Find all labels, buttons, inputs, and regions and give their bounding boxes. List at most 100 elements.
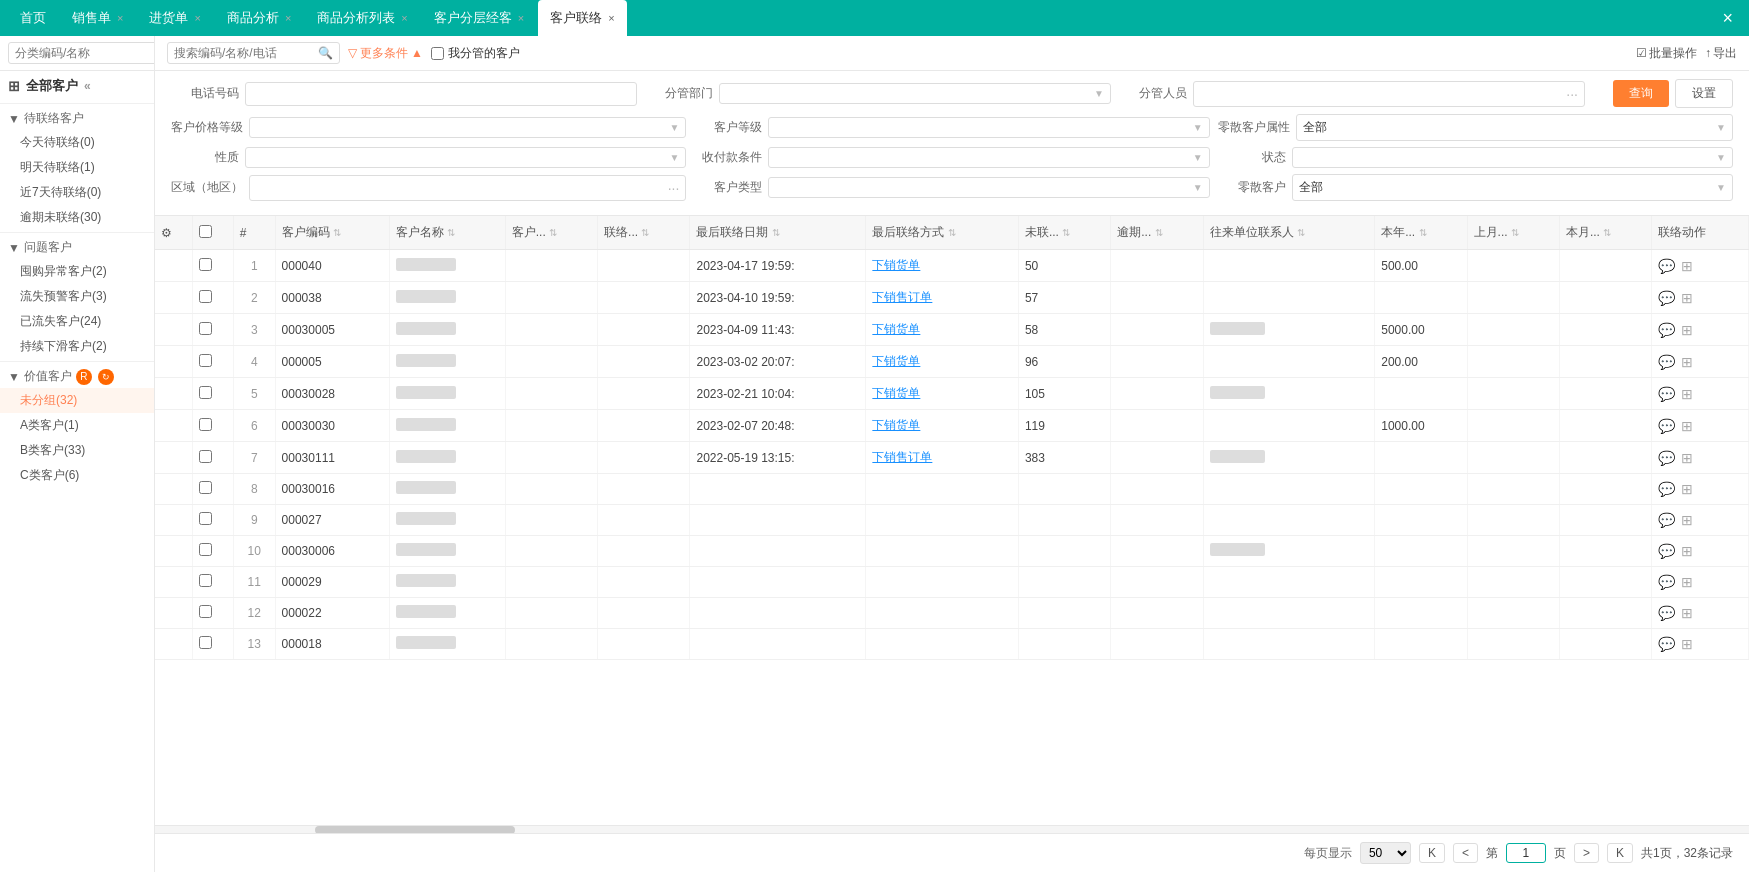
td-checkbox[interactable] [192,250,233,282]
td-checkbox[interactable] [192,346,233,378]
close-analysis-list-icon[interactable]: × [401,12,407,24]
row-checkbox[interactable] [199,636,212,649]
td-last-way[interactable]: 下销货单 [866,314,1019,346]
close-customer-layer-icon[interactable]: × [518,12,524,24]
my-customers-checkbox[interactable] [431,47,444,60]
td-last-way[interactable] [866,474,1019,505]
filter-search-icon[interactable]: 🔍 [318,46,333,60]
message-icon[interactable]: 💬 [1658,543,1675,559]
message-icon[interactable]: 💬 [1658,322,1675,338]
nav-tab-analysis-list[interactable]: 商品分析列表 × [305,0,419,36]
sidebar-waiting-group[interactable]: ▼ 待联络客户 [0,103,154,130]
grid-action-icon[interactable]: ⊞ [1681,543,1693,559]
td-last-way[interactable] [866,629,1019,660]
sidebar-problem-group[interactable]: ▼ 问题客户 [0,232,154,259]
retail-attr-select[interactable]: 全部▼ [1296,114,1733,141]
td-last-way[interactable]: 下销货单 [866,378,1019,410]
sidebar-item-declining[interactable]: 持续下滑客户(2) [0,334,154,359]
grid-action-icon[interactable]: ⊞ [1681,418,1693,434]
th-unit-contact[interactable]: 往来单位联系人 ⇅ [1203,216,1375,250]
message-icon[interactable]: 💬 [1658,512,1675,528]
sidebar-item-overdue[interactable]: 逾期未联络(30) [0,205,154,230]
row-checkbox[interactable] [199,386,212,399]
message-icon[interactable]: 💬 [1658,418,1675,434]
dept-select[interactable]: ▼ [719,83,1111,104]
td-last-way[interactable] [866,598,1019,629]
customer-level-select[interactable]: ▼ [768,117,1209,138]
th-this-month[interactable]: 本月... ⇅ [1559,216,1651,250]
current-page-input[interactable] [1506,843,1546,863]
message-icon[interactable]: 💬 [1658,386,1675,402]
sidebar-item-class-b[interactable]: B类客户(33) [0,438,154,463]
last-page-button[interactable]: K [1607,843,1633,863]
grid-action-icon[interactable]: ⊞ [1681,386,1693,402]
td-last-way[interactable] [866,567,1019,598]
sidebar-item-abnormal[interactable]: 囤购异常客户(2) [0,259,154,284]
close-sales-icon[interactable]: × [117,12,123,24]
close-purchase-icon[interactable]: × [194,12,200,24]
filter-search-input[interactable] [174,46,314,60]
td-checkbox[interactable] [192,598,233,629]
th-no-contact[interactable]: 未联... ⇅ [1018,216,1110,250]
td-last-way[interactable]: 下销售订单 [866,282,1019,314]
grid-action-icon[interactable]: ⊞ [1681,450,1693,466]
th-code[interactable]: 客户编码 ⇅ [275,216,390,250]
page-size-select[interactable]: 50 100 [1360,842,1411,864]
sidebar-all-customers[interactable]: ⊞ 全部客户 « [0,71,154,101]
row-checkbox[interactable] [199,450,212,463]
area-select[interactable]: ··· [249,175,686,201]
td-last-way[interactable]: 下销售订单 [866,442,1019,474]
td-checkbox[interactable] [192,314,233,346]
sidebar-item-class-a[interactable]: A类客户(1) [0,413,154,438]
nav-tab-customer-contact[interactable]: 客户联络 × [538,0,626,36]
phone-input[interactable] [245,82,637,106]
th-this-year[interactable]: 本年... ⇅ [1375,216,1467,250]
export-button[interactable]: ↑ 导出 [1705,45,1737,62]
status-select[interactable]: ▼ [1292,147,1733,168]
row-checkbox[interactable] [199,258,212,271]
nav-tab-sales[interactable]: 销售单 × [60,0,135,36]
query-button[interactable]: 查询 [1613,80,1669,107]
td-checkbox[interactable] [192,629,233,660]
td-checkbox[interactable] [192,505,233,536]
sidebar-item-tomorrow[interactable]: 明天待联络(1) [0,155,154,180]
retail-customer-select[interactable]: 全部▼ [1292,174,1733,201]
td-last-way[interactable]: 下销货单 [866,346,1019,378]
price-level-select[interactable]: ▼ [249,117,686,138]
nav-tab-customer-layer[interactable]: 客户分层经客 × [422,0,536,36]
grid-action-icon[interactable]: ⊞ [1681,605,1693,621]
row-checkbox[interactable] [199,512,212,525]
window-close-button[interactable]: × [1714,8,1741,29]
sidebar-search-input[interactable] [8,42,155,64]
nav-tab-analysis[interactable]: 商品分析 × [215,0,303,36]
th-last-date[interactable]: 最后联络日期 ⇅ [690,216,866,250]
grid-action-icon[interactable]: ⊞ [1681,636,1693,652]
message-icon[interactable]: 💬 [1658,450,1675,466]
message-icon[interactable]: 💬 [1658,258,1675,274]
reset-button[interactable]: 设置 [1675,79,1733,108]
sidebar-item-unclassified[interactable]: 未分组(32) [0,388,154,413]
row-checkbox[interactable] [199,290,212,303]
sidebar-collapse-icon[interactable]: « [84,79,91,93]
sidebar-item-class-c[interactable]: C类客户(6) [0,463,154,488]
message-icon[interactable]: 💬 [1658,605,1675,621]
th-last-way[interactable]: 最后联络方式 ⇅ [866,216,1019,250]
payment-select[interactable]: ▼ [768,147,1209,168]
filter-more-conditions[interactable]: ▽ 更多条件 ▲ [348,45,423,62]
grid-action-icon[interactable]: ⊞ [1681,512,1693,528]
prev-page-button[interactable]: < [1453,843,1478,863]
message-icon[interactable]: 💬 [1658,290,1675,306]
message-icon[interactable]: 💬 [1658,636,1675,652]
message-icon[interactable]: 💬 [1658,574,1675,590]
batch-op-button[interactable]: ☑ 批量操作 [1636,45,1697,62]
my-customers-checkbox-area[interactable]: 我分管的客户 [431,45,520,62]
td-checkbox[interactable] [192,378,233,410]
td-checkbox[interactable] [192,474,233,505]
td-last-way[interactable]: 下销货单 [866,250,1019,282]
nature-select[interactable]: ▼ [245,147,686,168]
td-checkbox[interactable] [192,536,233,567]
grid-action-icon[interactable]: ⊞ [1681,258,1693,274]
sidebar-item-today[interactable]: 今天待联络(0) [0,130,154,155]
th-settings[interactable]: ⚙ [155,216,192,250]
th-contact[interactable]: 联络... ⇅ [598,216,690,250]
